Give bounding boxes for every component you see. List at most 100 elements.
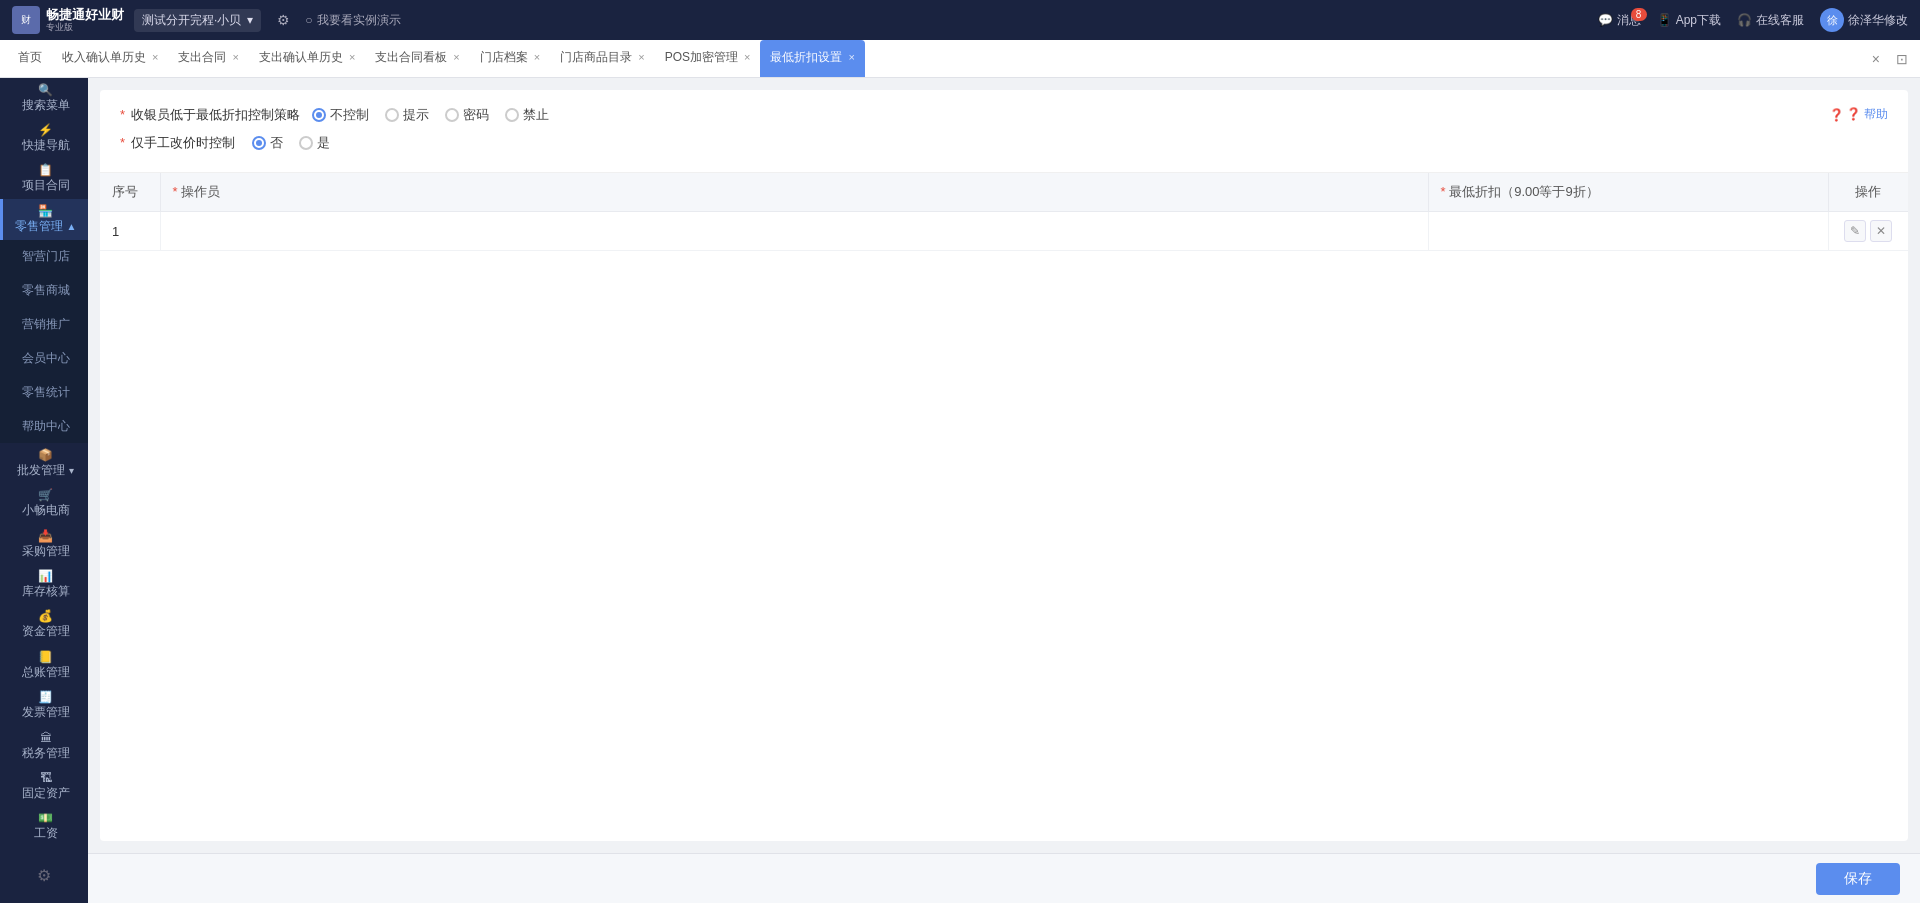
manual-label-text: 仅手工改价时控制 — [131, 135, 235, 150]
policy-option-remind[interactable]: 提示 — [385, 106, 429, 124]
sidebar-item-general-ledger[interactable]: 📒 总账管理 — [0, 645, 88, 685]
tab-pos-password[interactable]: POS加密管理 × — [655, 40, 761, 78]
sidebar-item-purchase-management[interactable]: 📥 采购管理 — [0, 524, 88, 564]
discount-table: 序号 * 操作员 * 最低折扣（9.00等于9折） 操作 — [100, 173, 1908, 251]
policy-option-password-label: 密码 — [463, 106, 489, 124]
tab-close-btn[interactable]: × — [1868, 51, 1884, 67]
ecommerce-icon: 🛒 — [38, 488, 53, 502]
sidebar-item-marketing[interactable]: 营销推广 — [0, 307, 88, 341]
tab-close-payment-confirm-history[interactable]: × — [349, 52, 355, 63]
edit-button-1[interactable]: ✎ — [1844, 220, 1866, 242]
sidebar-item-member-center[interactable]: 会员中心 — [0, 341, 88, 375]
policy-option-no-control[interactable]: 不控制 — [312, 106, 369, 124]
manual-option-no[interactable]: 否 — [252, 134, 283, 152]
tab-label-min-discount: 最低折扣设置 — [770, 49, 842, 66]
sidebar-item-ecommerce[interactable]: 🛒 小畅电商 — [0, 483, 88, 523]
manual-radio-group: 否 是 — [252, 134, 330, 152]
sidebar-item-retail-stats[interactable]: 零售统计 — [0, 375, 88, 409]
fixed-assets-icon: 🏗 — [40, 771, 52, 785]
wholesale-management-icon: 📦 — [38, 448, 53, 462]
col-header-min-discount: * 最低折扣（9.00等于9折） — [1428, 173, 1828, 212]
radio-remind[interactable] — [385, 108, 399, 122]
tab-label-payment-confirm-history: 支出确认单历史 — [259, 49, 343, 66]
tab-close-payment-contract[interactable]: × — [232, 52, 238, 63]
radio-manual-no[interactable] — [252, 136, 266, 150]
radio-password[interactable] — [445, 108, 459, 122]
manual-form-row: * 仅手工改价时控制 否 是 — [120, 134, 1829, 152]
service-icon: 🎧 — [1737, 13, 1752, 27]
tab-close-payment-contract-board[interactable]: × — [453, 52, 459, 63]
logo-main-text: 畅捷通好业财 — [46, 7, 124, 23]
policy-form-row: * 收银员低于最低折扣控制策略 不控制 提示 — [120, 106, 1829, 124]
tax-management-icon: 🏛 — [40, 731, 52, 745]
sidebar-item-tax-management[interactable]: 🏛 税务管理 — [0, 726, 88, 766]
policy-option-remind-label: 提示 — [403, 106, 429, 124]
sidebar-item-quick-nav[interactable]: ⚡ 快捷导航 — [0, 118, 88, 158]
sidebar-item-salary[interactable]: 💵 工资 — [0, 807, 88, 847]
policy-option-password[interactable]: 密码 — [445, 106, 489, 124]
sidebar-label-retail-mall: 零售商城 — [22, 282, 70, 299]
help-icon: ❓ — [1829, 108, 1844, 122]
message-badge: 8 — [1631, 8, 1647, 21]
quick-nav-icon: ⚡ — [38, 123, 53, 137]
sidebar-label-inventory-calc: 库存核算 — [22, 583, 70, 600]
message-icon: 💬 — [1598, 13, 1613, 27]
sidebar-label-project-contract: 项目合同 — [22, 177, 70, 194]
sidebar-item-inventory-calc[interactable]: 📊 库存核算 — [0, 564, 88, 604]
table-body: 1 ✎ ✕ — [100, 212, 1908, 251]
col-header-action: 操作 — [1828, 173, 1908, 212]
demo-link-text: 我要看实例演示 — [317, 12, 401, 29]
sidebar-item-project-contract[interactable]: 📋 项目合同 — [0, 159, 88, 199]
sidebar-gear-button[interactable]: ⚙ — [0, 855, 88, 895]
message-action[interactable]: 💬 消息 8 — [1598, 12, 1641, 29]
policy-option-forbid[interactable]: 禁止 — [505, 106, 549, 124]
header-left: 财 畅捷通好业财 专业版 测试分开完程·小贝 ▾ ⚙ ○ 我要看实例演示 — [12, 6, 401, 34]
sidebar-item-fixed-assets[interactable]: 🏗 固定资产 — [0, 766, 88, 806]
manual-option-yes[interactable]: 是 — [299, 134, 330, 152]
logo-area: 财 畅捷通好业财 专业版 — [12, 6, 124, 34]
tab-close-store-file[interactable]: × — [534, 52, 540, 63]
tab-payment-contract[interactable]: 支出合同 × — [168, 40, 248, 78]
tab-payment-contract-board[interactable]: 支出合同看板 × — [365, 40, 469, 78]
sidebar-item-retail-management[interactable]: 🏪 零售管理 ▲ — [0, 199, 88, 239]
project-selector[interactable]: 测试分开完程·小贝 ▾ — [134, 9, 261, 32]
tab-store-product-catalog[interactable]: 门店商品目录 × — [550, 40, 654, 78]
demo-link[interactable]: ○ 我要看实例演示 — [305, 12, 400, 29]
sidebar-item-invoice-management[interactable]: 🧾 发票管理 — [0, 685, 88, 725]
help-button[interactable]: ❓ ❓ 帮助 — [1829, 106, 1888, 123]
main-layout: 🔍 搜索菜单 ⚡ 快捷导航 📋 项目合同 🏪 零售管理 ▲ 智营门店 零售商城 … — [0, 78, 1920, 903]
col-header-seq: 序号 — [100, 173, 160, 212]
tab-home[interactable]: 首页 — [8, 40, 52, 78]
tab-min-discount[interactable]: 最低折扣设置 × — [760, 40, 864, 78]
online-service-action[interactable]: 🎧 在线客服 — [1737, 12, 1804, 29]
logo-sub-text: 专业版 — [46, 22, 124, 33]
sidebar-item-smart-store[interactable]: 智营门店 — [0, 240, 88, 274]
tab-label-store-product-catalog: 门店商品目录 — [560, 49, 632, 66]
tab-close-income-history[interactable]: × — [152, 52, 158, 63]
radio-manual-yes[interactable] — [299, 136, 313, 150]
sidebar-item-funds-management[interactable]: 💰 资金管理 — [0, 605, 88, 645]
tab-expand-btn[interactable]: ⊡ — [1892, 51, 1912, 67]
tab-label-income-history: 收入确认单历史 — [62, 49, 146, 66]
help-label: ❓ 帮助 — [1846, 106, 1888, 123]
tab-close-pos-password[interactable]: × — [744, 52, 750, 63]
tab-income-history[interactable]: 收入确认单历史 × — [52, 40, 168, 78]
delete-button-1[interactable]: ✕ — [1870, 220, 1892, 242]
tab-close-min-discount[interactable]: × — [848, 52, 854, 63]
user-action[interactable]: 徐 徐泽华修改 — [1820, 8, 1908, 32]
save-button[interactable]: 保存 — [1816, 863, 1900, 895]
settings-button[interactable]: ⚙ — [271, 8, 295, 32]
sidebar-item-search[interactable]: 🔍 搜索菜单 — [0, 78, 88, 118]
radio-forbid[interactable] — [505, 108, 519, 122]
sidebar-item-retail-mall[interactable]: 零售商城 — [0, 273, 88, 307]
tab-close-store-product-catalog[interactable]: × — [638, 52, 644, 63]
tab-payment-confirm-history[interactable]: 支出确认单历史 × — [249, 40, 365, 78]
app-download-action[interactable]: 📱 App下载 — [1657, 12, 1721, 29]
tab-store-file[interactable]: 门店档案 × — [470, 40, 550, 78]
radio-no-control[interactable] — [312, 108, 326, 122]
required-star-2: * — [120, 135, 125, 150]
sidebar-item-wholesale-management[interactable]: 📦 批发管理 ▾ — [0, 443, 88, 483]
sidebar-item-help-center[interactable]: 帮助中心 — [0, 409, 88, 443]
form-section: * 收银员低于最低折扣控制策略 不控制 提示 — [100, 90, 1908, 173]
content-area: * 收银员低于最低折扣控制策略 不控制 提示 — [88, 78, 1920, 903]
